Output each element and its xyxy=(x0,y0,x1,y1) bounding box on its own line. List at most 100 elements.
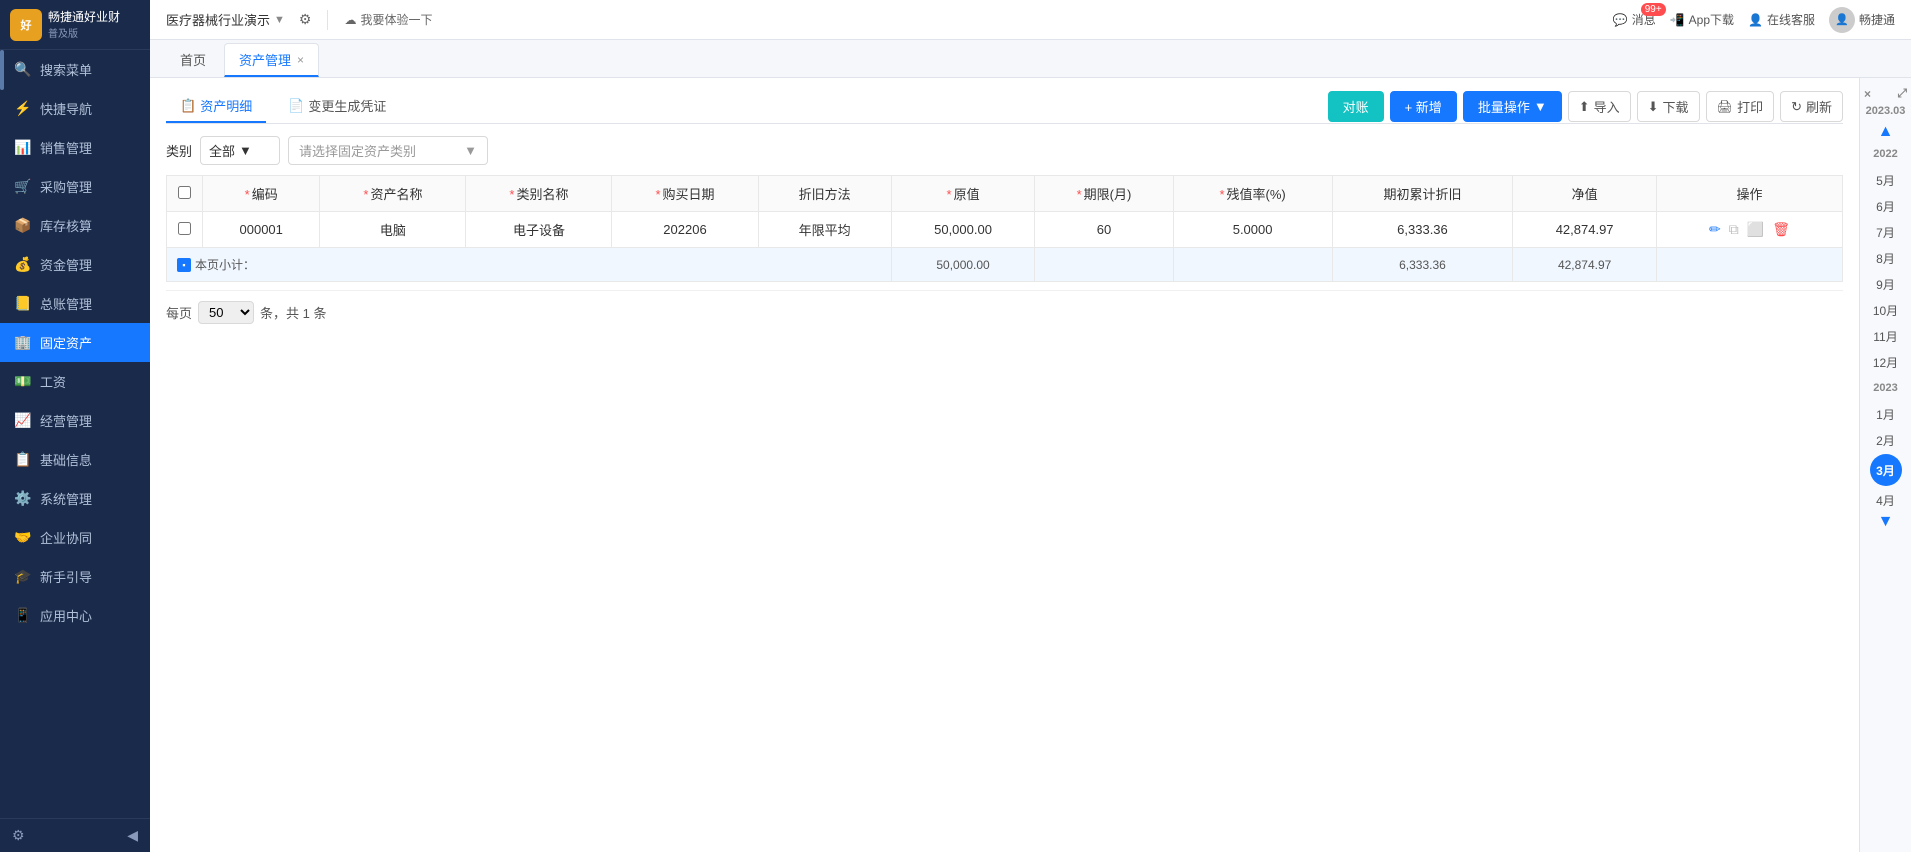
sidebar-item-label: 应用中心 xyxy=(40,606,92,625)
user-profile[interactable]: 👤 畅捷通 xyxy=(1829,7,1895,33)
print-label: 打印 xyxy=(1737,97,1763,116)
month-8-2022[interactable]: 8月 xyxy=(1866,246,1906,270)
col-name: *资产名称 xyxy=(320,176,466,212)
month-10-2022[interactable]: 10月 xyxy=(1866,298,1906,322)
col-depreciation-method: 折旧方法 xyxy=(758,176,891,212)
app-download-button[interactable]: 📲 App下载 xyxy=(1670,11,1734,28)
sidebar-item-operations[interactable]: 📈 经营管理 xyxy=(0,401,150,440)
batch-label: 批量操作 xyxy=(1478,97,1530,116)
experience-link[interactable]: ☁ 我要体验一下 xyxy=(344,11,432,28)
sidebar-item-ledger[interactable]: 📒 总账管理 xyxy=(0,284,150,323)
experience-label: 我要体验一下 xyxy=(360,11,432,28)
cell-purchase-date: 202206 xyxy=(612,212,758,248)
content-main: 📋 资产明细 📄 变更生成凭证 对账 + 新增 批量操作 xyxy=(150,78,1859,852)
batch-button[interactable]: 批量操作 ▼ xyxy=(1463,91,1562,122)
page-tabs: 📋 资产明细 📄 变更生成凭证 对账 + 新增 批量操作 xyxy=(166,90,1843,124)
sidebar-item-payroll[interactable]: 💵 工资 xyxy=(0,362,150,401)
share-icon[interactable]: ⬜ xyxy=(1747,221,1764,238)
inventory-icon: 📦 xyxy=(14,217,32,235)
edit-icon[interactable]: ✏ xyxy=(1709,221,1721,238)
collapse-icon[interactable]: ◀ xyxy=(127,827,138,844)
month-9-2022[interactable]: 9月 xyxy=(1866,272,1906,296)
batch-dropdown-icon: ▼ xyxy=(1534,99,1547,114)
category-input[interactable]: 请选择固定资产类别 ▼ xyxy=(288,136,488,165)
sidebar-item-enterprise[interactable]: 🤝 企业协同 xyxy=(0,518,150,557)
reconcile-button[interactable]: 对账 xyxy=(1328,91,1384,122)
import-button[interactable]: ⬆ 导入 xyxy=(1568,91,1631,122)
total-label: 条，共 1 条 xyxy=(260,303,326,322)
tab-change-voucher[interactable]: 📄 变更生成凭证 xyxy=(274,90,400,123)
logo-text: 畅捷通好业财 xyxy=(48,9,120,26)
tabbar: 首页 资产管理 × xyxy=(150,40,1911,78)
refresh-button[interactable]: ↻ 刷新 xyxy=(1780,91,1843,122)
ledger-icon: 📒 xyxy=(14,295,32,313)
per-page-select[interactable]: 50 100 200 xyxy=(198,301,254,324)
month-3-2023[interactable]: 3月 xyxy=(1870,454,1902,486)
month-12-2022[interactable]: 12月 xyxy=(1866,350,1906,374)
right-panel-up-arrow[interactable]: ▲ xyxy=(1878,123,1894,141)
search-icon: 🔍 xyxy=(14,61,32,79)
cell-residual-rate: 5.0000 xyxy=(1173,212,1332,248)
month-7-2022[interactable]: 7月 xyxy=(1866,220,1906,244)
tab-home[interactable]: 首页 xyxy=(166,44,220,77)
tab-asset-detail[interactable]: 📋 资产明细 xyxy=(166,90,266,123)
sidebar-item-app-center[interactable]: 📱 应用中心 xyxy=(0,596,150,635)
sidebar-item-finance[interactable]: 💰 资金管理 xyxy=(0,245,150,284)
month-4-2023[interactable]: 4月 xyxy=(1866,488,1906,512)
cell-code: 000001 xyxy=(203,212,320,248)
company-name: 医疗器械行业演示 xyxy=(166,10,270,29)
sidebar-item-guide[interactable]: 🎓 新手引导 xyxy=(0,557,150,596)
sidebar-item-label: 快捷导航 xyxy=(40,99,92,118)
online-service-button[interactable]: 👤 在线客服 xyxy=(1748,11,1815,28)
message-button[interactable]: 💬 消息 99+ xyxy=(1613,11,1656,28)
sidebar-item-sales[interactable]: 📊 销售管理 xyxy=(0,128,150,167)
settings-icon[interactable]: ⚙ xyxy=(12,827,25,844)
category-input-arrow: ▼ xyxy=(464,143,477,158)
print-button[interactable]: 🖨 打印 xyxy=(1706,91,1775,122)
tab-active-label: 资产管理 xyxy=(239,50,291,69)
new-button[interactable]: + 新增 xyxy=(1390,91,1457,122)
download-button[interactable]: ⬇ 下载 xyxy=(1637,91,1700,122)
logo-icon: 好 xyxy=(10,9,42,41)
month-6-2022[interactable]: 6月 xyxy=(1866,194,1906,218)
sidebar-item-label: 采购管理 xyxy=(40,177,92,196)
main-area: 医疗器械行业演示 ▼ ⚙ ☁ 我要体验一下 💬 消息 99+ 📲 App下载 👤… xyxy=(150,0,1911,852)
category-filter-select[interactable]: 全部 ▼ xyxy=(200,136,280,165)
month-1-2023[interactable]: 1月 xyxy=(1866,402,1906,426)
sidebar-logo: 好 畅捷通好业财 普及版 xyxy=(0,0,150,50)
row-checkbox[interactable] xyxy=(178,222,191,235)
right-panel-close-icon[interactable]: × xyxy=(1864,87,1871,101)
sidebar-item-fixed-assets[interactable]: 🏢 固定资产 xyxy=(0,323,150,362)
month-11-2022[interactable]: 11月 xyxy=(1866,324,1906,348)
delete-icon[interactable]: 🗑 xyxy=(1772,221,1790,238)
sidebar-item-quick-nav[interactable]: ⚡ 快捷导航 xyxy=(0,89,150,128)
current-year-label: 2023 xyxy=(1866,376,1906,400)
topbar-divider xyxy=(327,10,328,30)
basic-info-icon: 📋 xyxy=(14,451,32,469)
category-select-arrow: ▼ xyxy=(239,143,252,158)
sidebar-item-label: 资金管理 xyxy=(40,255,92,274)
sidebar-item-inventory[interactable]: 📦 库存核算 xyxy=(0,206,150,245)
copy-icon[interactable]: ⧉ xyxy=(1729,221,1739,238)
right-panel-down-arrow[interactable]: ▼ xyxy=(1878,513,1894,531)
refresh-icon: ↻ xyxy=(1791,99,1802,115)
tab-close-button[interactable]: × xyxy=(297,53,304,67)
right-panel: × ⤢ 2023.03 ▲ 2022 5月 6月 7月 8月 9月 10月 11… xyxy=(1859,78,1911,852)
topbar-gear-icon[interactable]: ⚙ xyxy=(299,11,312,28)
select-all-checkbox[interactable] xyxy=(178,186,191,199)
month-2-2023[interactable]: 2月 xyxy=(1866,428,1906,452)
right-panel-year-label: 2023.03 xyxy=(1866,105,1906,117)
message-badge: 99+ xyxy=(1641,3,1666,16)
sidebar-item-purchase[interactable]: 🛒 采购管理 xyxy=(0,167,150,206)
user-name: 畅捷通 xyxy=(1859,11,1895,28)
cell-checkbox[interactable] xyxy=(167,212,203,248)
sidebar-item-system[interactable]: ⚙️ 系统管理 xyxy=(0,479,150,518)
tab-asset-management[interactable]: 资产管理 × xyxy=(224,43,319,77)
company-selector[interactable]: 医疗器械行业演示 ▼ xyxy=(166,10,285,29)
prev-year-label: 2022 xyxy=(1866,142,1906,166)
sidebar-item-search[interactable]: 🔍 搜索菜单 xyxy=(0,50,150,89)
right-panel-expand-icon[interactable]: ⤢ xyxy=(1897,86,1907,101)
sidebar-bottom: ⚙ ◀ xyxy=(0,818,150,852)
sidebar-item-basic-info[interactable]: 📋 基础信息 xyxy=(0,440,150,479)
month-5-2022[interactable]: 5月 xyxy=(1866,168,1906,192)
